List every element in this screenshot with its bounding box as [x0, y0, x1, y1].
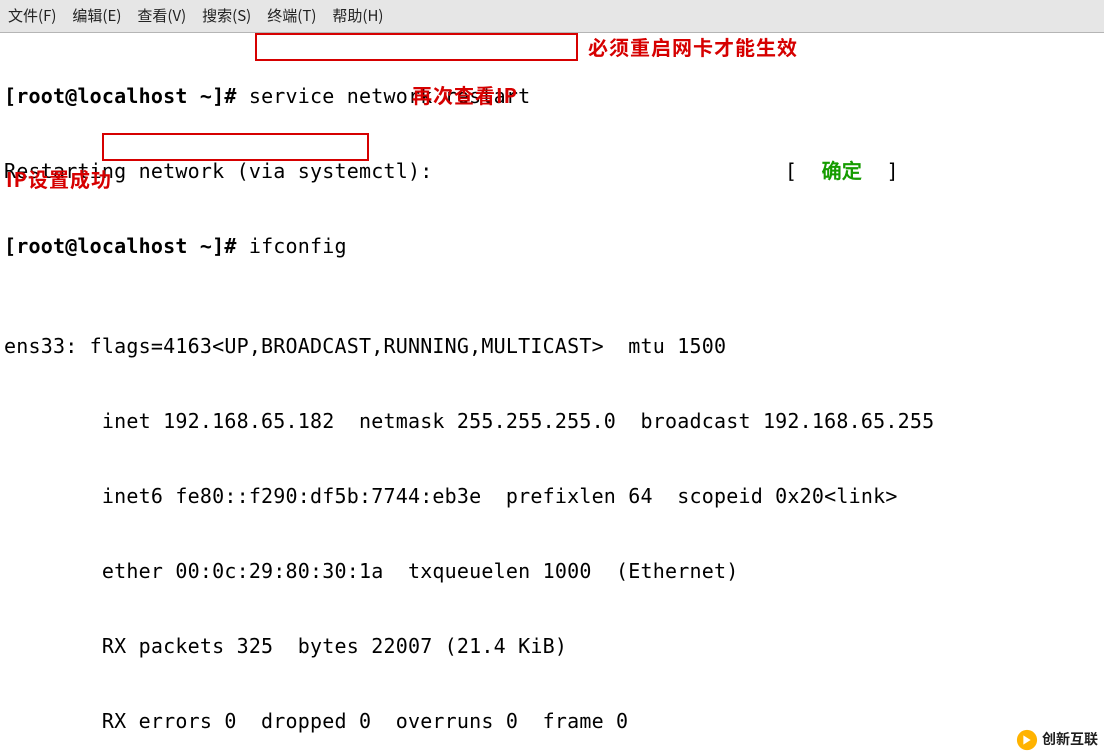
menu-file[interactable]: 文件(F) — [0, 0, 64, 32]
status-ok: 确定 — [822, 159, 862, 183]
menu-bar: 文件(F) 编辑(E) 查看(V) 搜索(S) 终端(T) 帮助(H) — [0, 0, 1104, 33]
watermark-text: 创新互联 — [1042, 727, 1098, 752]
menu-help[interactable]: 帮助(H) — [324, 0, 391, 32]
command-2: ifconfig — [249, 234, 347, 258]
ifconfig-line: inet 192.168.65.182 netmask 255.255.255.… — [4, 409, 1104, 434]
ifconfig-line: RX errors 0 dropped 0 overruns 0 frame 0 — [4, 709, 1104, 734]
prompt: [root@localhost ~]# — [4, 234, 249, 258]
command-1: service network restart — [249, 84, 531, 108]
prompt: [root@localhost ~]# — [4, 84, 249, 108]
menu-terminal[interactable]: 终端(T) — [259, 0, 324, 32]
watermark: 创新互联 — [1012, 725, 1104, 754]
watermark-logo-icon — [1016, 729, 1038, 751]
menu-edit[interactable]: 编辑(E) — [64, 0, 129, 32]
bracket-open: [ — [760, 159, 821, 183]
menu-search[interactable]: 搜索(S) — [194, 0, 259, 32]
menu-view[interactable]: 查看(V) — [129, 0, 194, 32]
ifconfig-line: inet6 fe80::f290:df5b:7744:eb3e prefixle… — [4, 484, 1104, 509]
terminal-output[interactable]: [root@localhost ~]# service network rest… — [4, 34, 1104, 754]
restart-line-prefix: Restarting network (via systemctl): — [4, 159, 432, 183]
ifconfig-line: ens33: flags=4163<UP,BROADCAST,RUNNING,M… — [4, 334, 1104, 359]
ifconfig-line: RX packets 325 bytes 22007 (21.4 KiB) — [4, 634, 1104, 659]
bracket-close: ] — [862, 159, 899, 183]
ifconfig-line: ether 00:0c:29:80:30:1a txqueuelen 1000 … — [4, 559, 1104, 584]
